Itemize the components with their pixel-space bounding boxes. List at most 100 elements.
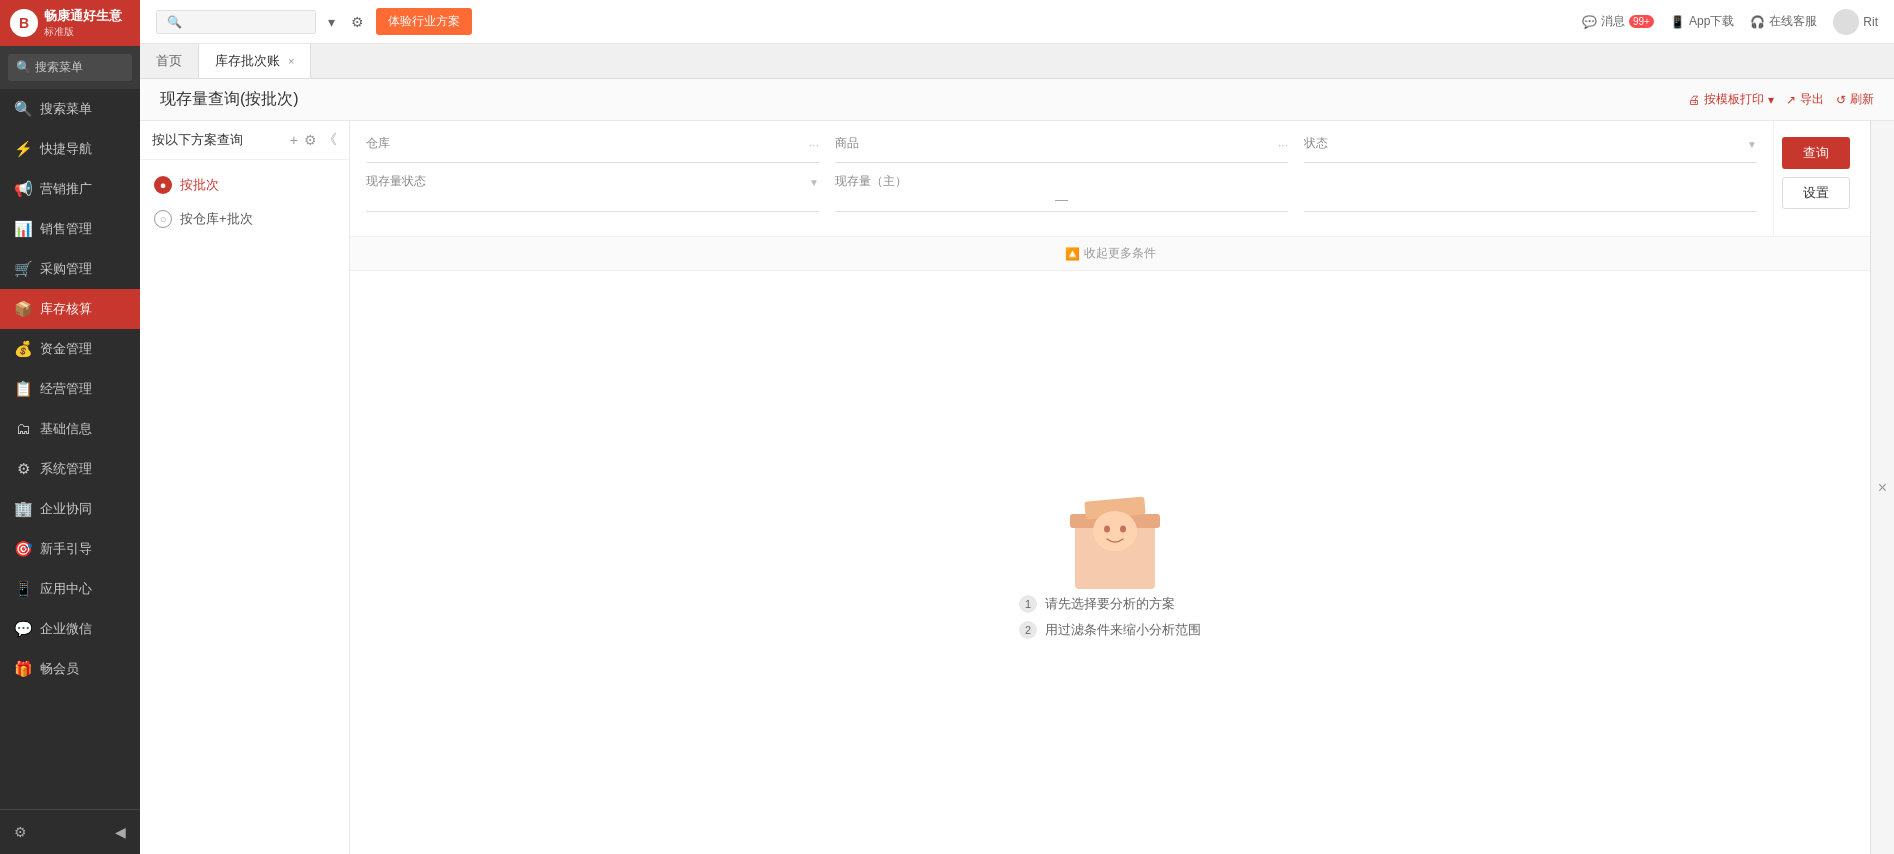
sidebar-item-label: 经营管理 xyxy=(40,380,92,398)
tab-inventory-batch[interactable]: 库存批次账 × xyxy=(199,44,311,78)
inventory-qty-from[interactable] xyxy=(835,192,1049,207)
sidebar-item-purchase[interactable]: 🛒采购管理 xyxy=(0,249,140,289)
page-title-actions: 🖨 按模板打印 ▾ ↗ 导出 ↺ 刷新 xyxy=(1688,91,1874,108)
scheme-header-label: 按以下方案查询 xyxy=(152,131,243,149)
sidebar-item-inventory[interactable]: 📦库存核算 xyxy=(0,289,140,329)
apps-icon: 📱 xyxy=(14,580,32,598)
top-search-box[interactable]: 🔍 xyxy=(156,10,316,34)
sidebar: B 畅康通好生意 标准版 🔍 搜索菜单 🔍搜索菜单⚡快捷导航📢营销推广📊销售管理… xyxy=(0,0,140,854)
warehouse-value[interactable] xyxy=(366,154,819,158)
scheme-item-batch[interactable]: ●按批次 xyxy=(140,168,349,202)
collapse-label: 收起更多条件 xyxy=(1084,245,1156,262)
empty-svg xyxy=(1050,479,1180,589)
sidebar-collapse-button[interactable]: ◀ xyxy=(111,820,130,844)
user-avatar xyxy=(1833,9,1859,35)
sidebar-item-wechat[interactable]: 💬企业微信 xyxy=(0,609,140,649)
message-badge: 99+ xyxy=(1629,15,1654,28)
tab-home[interactable]: 首页 xyxy=(140,44,199,78)
sidebar-item-finance[interactable]: 💰资金管理 xyxy=(0,329,140,369)
inventory-qty-to[interactable] xyxy=(1074,192,1288,207)
inventory-icon: 📦 xyxy=(14,300,32,318)
search-menu-label: 搜索菜单 xyxy=(35,59,83,76)
sidebar-item-member[interactable]: 🎁畅会员 xyxy=(0,649,140,689)
query-button[interactable]: 查询 xyxy=(1782,137,1850,169)
inventory-status-value[interactable] xyxy=(366,192,819,196)
filter-row-1: 仓库 ··· 商品 ··· xyxy=(366,135,1757,163)
search-icon: 🔍 xyxy=(14,100,32,118)
inventory-status-label: 现存量状态 xyxy=(366,173,426,190)
status-value[interactable] xyxy=(1304,154,1757,158)
sidebar-bottom: ⚙ ◀ xyxy=(0,809,140,854)
app-download-item[interactable]: 📱 App下载 xyxy=(1670,13,1734,30)
sidebar-item-basic[interactable]: 🗂基础信息 xyxy=(0,409,140,449)
print-chevron: ▾ xyxy=(1768,93,1774,107)
user-item[interactable]: Rit xyxy=(1833,9,1878,35)
sidebar-item-sales[interactable]: 📊 销售管理 xyxy=(0,209,140,249)
tab-close-inventory-batch[interactable]: × xyxy=(288,55,294,67)
warehouse-dots[interactable]: ··· xyxy=(809,138,819,152)
status-field: 状态 ▼ xyxy=(1304,135,1757,163)
empty-step-1: 1 请先选择要分析的方案 xyxy=(1019,595,1201,613)
headset-icon: 🎧 xyxy=(1750,15,1765,29)
refresh-button[interactable]: ↺ 刷新 xyxy=(1836,91,1874,108)
sidebar-item-enterprise[interactable]: 🏢企业协同 xyxy=(0,489,140,529)
scheme-header: 按以下方案查询 + ⚙ 《 xyxy=(140,121,349,160)
status-chevron[interactable]: ▼ xyxy=(1747,139,1757,150)
scheme-item-warehouse-batch[interactable]: ○按仓库+批次 xyxy=(140,202,349,236)
add-scheme-button[interactable]: + xyxy=(290,132,298,148)
product-label: 商品 xyxy=(835,135,859,152)
sidebar-search: 🔍 搜索菜单 xyxy=(0,46,140,89)
newbie-icon: 🎯 xyxy=(14,540,32,558)
status-label: 状态 xyxy=(1304,135,1328,152)
close-panel-icon[interactable]: × xyxy=(1878,479,1887,497)
print-button[interactable]: 🖨 按模板打印 ▾ xyxy=(1688,91,1774,108)
sidebar-item-operations[interactable]: 📋经营管理 xyxy=(0,369,140,409)
dropdown-button[interactable]: ▾ xyxy=(324,10,339,34)
sidebar-item-label: 搜索菜单 xyxy=(40,100,92,118)
inventory-status-field: 现存量状态 ▼ xyxy=(366,173,819,212)
empty-illustration xyxy=(1050,479,1170,579)
sidebar-item-search[interactable]: 🔍 搜索菜单 xyxy=(0,89,140,129)
export-label: 导出 xyxy=(1800,91,1824,108)
sidebar-item-label: 应用中心 xyxy=(40,580,92,598)
trial-button[interactable]: 体验行业方案 xyxy=(376,8,472,35)
inventory-status-chevron[interactable]: ▼ xyxy=(809,177,819,188)
scheme-icon-warehouse-batch: ○ xyxy=(154,210,172,228)
collapse-bar[interactable]: 🔼 收起更多条件 xyxy=(350,237,1870,271)
sidebar-item-system[interactable]: ⚙系统管理 xyxy=(0,449,140,489)
page-title-bar: 现存量查询(按批次) 🖨 按模板打印 ▾ ↗ 导出 ↺ 刷新 xyxy=(140,79,1894,121)
filter-area: 仓库 ··· 商品 ··· xyxy=(350,121,1870,854)
sidebar-item-newbie[interactable]: 🎯新手引导 xyxy=(0,529,140,569)
message-label: 消息 xyxy=(1601,13,1625,30)
product-dots[interactable]: ··· xyxy=(1278,138,1288,152)
sales-icon: 📊 xyxy=(14,220,32,238)
sidebar-item-label: 销售管理 xyxy=(40,220,92,238)
export-button[interactable]: ↗ 导出 xyxy=(1786,91,1824,108)
number-dash: — xyxy=(1055,192,1068,207)
finance-icon: 💰 xyxy=(14,340,32,358)
right-close-panel[interactable]: × xyxy=(1870,121,1894,854)
settings-button[interactable]: ⚙ xyxy=(347,10,368,34)
sidebar-item-apps[interactable]: 📱 应用中心 xyxy=(0,569,140,609)
app-info: 畅康通好生意 标准版 xyxy=(44,8,122,38)
product-value[interactable] xyxy=(835,154,1288,158)
sidebar-settings-button[interactable]: ⚙ xyxy=(10,820,31,844)
message-item[interactable]: 💬 消息 99+ xyxy=(1582,13,1654,30)
online-service-label: 在线客服 xyxy=(1769,13,1817,30)
message-icon: 💬 xyxy=(1582,15,1597,29)
scheme-collapse-button[interactable]: 《 xyxy=(323,131,337,149)
svg-point-4 xyxy=(1104,525,1110,532)
svg-point-5 xyxy=(1120,525,1126,532)
system-icon: ⚙ xyxy=(14,460,32,478)
refresh-icon: ↺ xyxy=(1836,93,1846,107)
sidebar-item-marketing[interactable]: 📢营销推广 xyxy=(0,169,140,209)
sidebar-item-quick-nav[interactable]: ⚡快捷导航 xyxy=(0,129,140,169)
set-button[interactable]: 设置 xyxy=(1782,177,1850,209)
tab-label: 库存批次账 xyxy=(215,52,280,70)
sidebar-nav: 🔍 搜索菜单 ⚡快捷导航📢营销推广 📊 销售管理 🛒采购管理📦库存核算💰资金管理📋经营管理… xyxy=(0,89,140,809)
empty-text: 1 请先选择要分析的方案 2 用过滤条件来缩小分析范围 xyxy=(1019,595,1201,647)
scheme-settings-button[interactable]: ⚙ xyxy=(304,132,317,148)
empty-step-2: 2 用过滤条件来缩小分析范围 xyxy=(1019,621,1201,639)
online-service-item[interactable]: 🎧 在线客服 xyxy=(1750,13,1817,30)
search-menu-button[interactable]: 🔍 搜索菜单 xyxy=(8,54,132,81)
